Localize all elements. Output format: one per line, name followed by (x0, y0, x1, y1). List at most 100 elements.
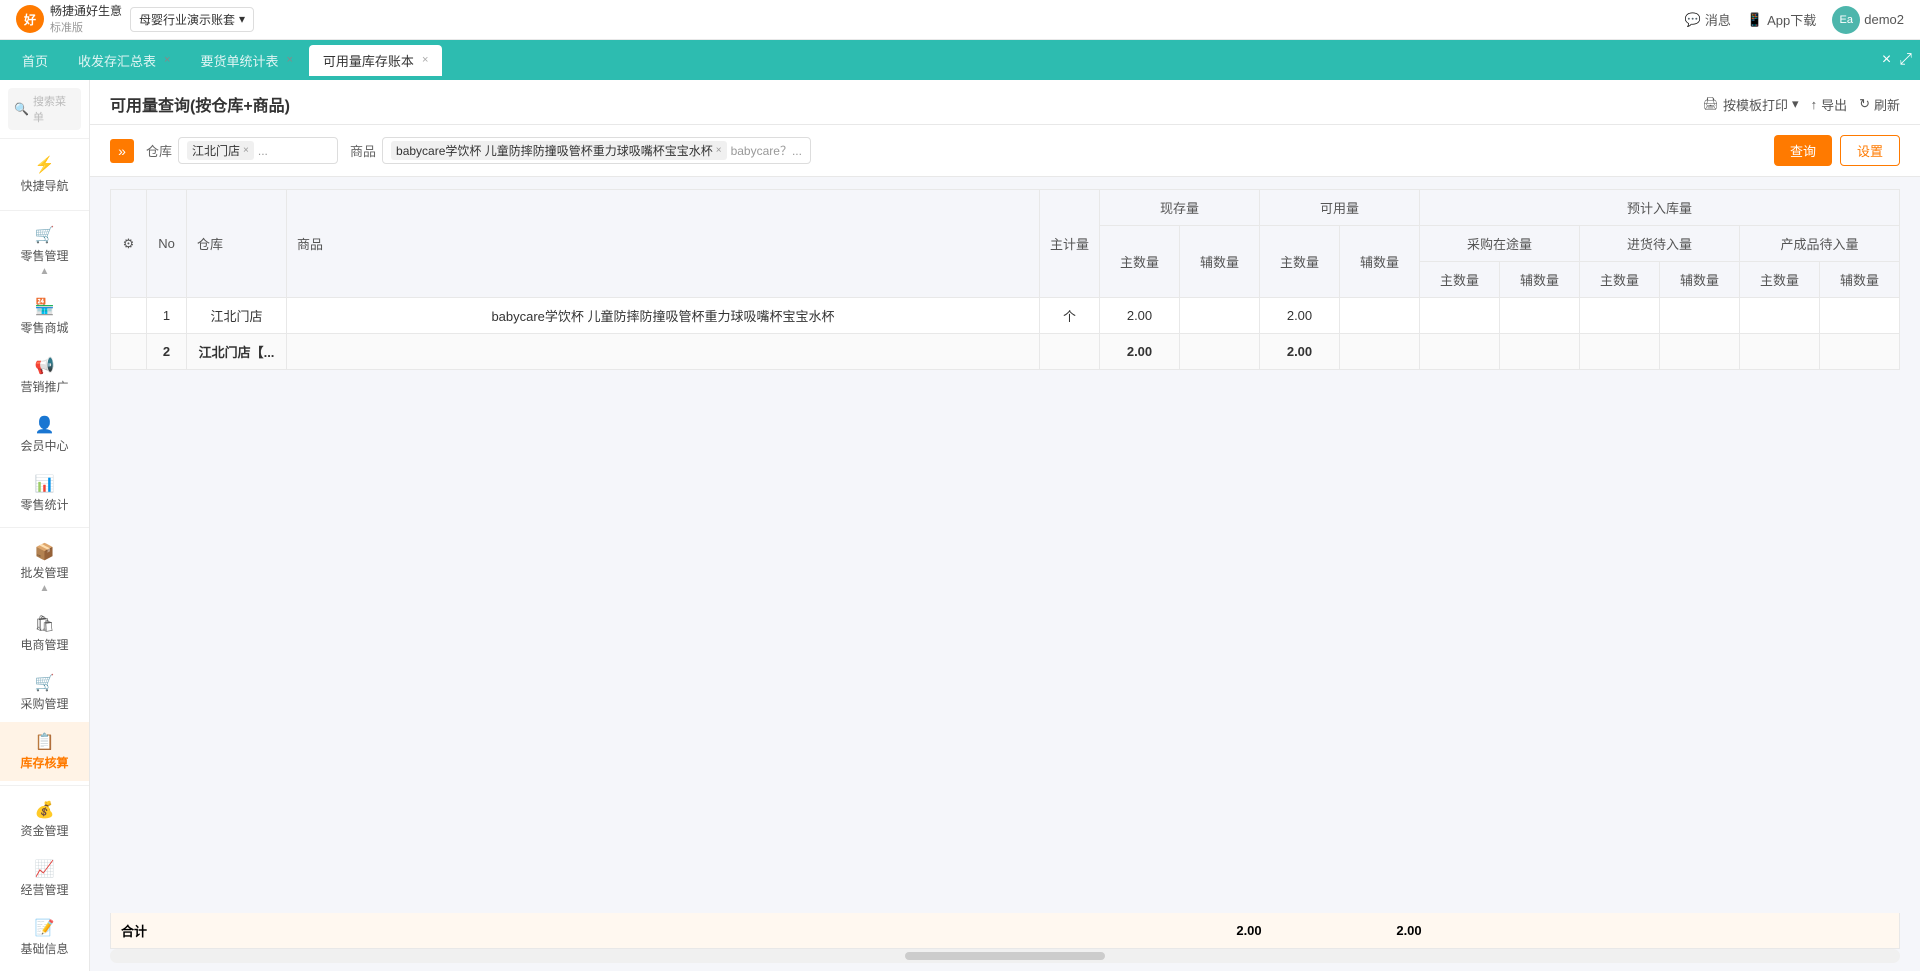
page-header-actions: 🖨 按模板打印 ▾ ↑ 导出 ↻ 刷新 (1703, 95, 1901, 114)
td-purchase-aux-1 (1500, 298, 1580, 334)
td-purchase-aux-2 (1500, 334, 1580, 370)
sidebar-item-wholesale-mgmt[interactable]: 📦 批发管理 ▲ (0, 532, 89, 604)
export-icon: ↑ (1811, 97, 1818, 112)
export-btn[interactable]: ↑ 导出 (1811, 95, 1848, 114)
tab-bar: 首页 收发存汇总表 × 要货单统计表 × 可用量库存账本 × × ⤢ (0, 40, 1920, 80)
td-inbound-main-1 (1580, 298, 1660, 334)
logo-text-area: 畅捷通好生意 标准版 (50, 4, 122, 34)
sidebar-item-inventory[interactable]: 📋 库存核算 (0, 722, 89, 781)
sidebar-item-ecommerce[interactable]: 🛍 电商管理 (0, 604, 89, 663)
product-filter-input[interactable]: babycare学饮杯 儿童防摔防撞吸管杯重力球吸嘴杯宝宝水杯 × babyca… (382, 137, 811, 164)
refresh-btn[interactable]: ↻ 刷新 (1859, 95, 1900, 114)
close-all-icon[interactable]: × (1882, 51, 1891, 69)
user-avatar-btn[interactable]: Ea demo2 (1832, 6, 1904, 34)
logo-area: 好 畅捷通好生意 标准版 (16, 4, 122, 34)
sidebar-item-finance[interactable]: 💰 资金管理 (0, 790, 89, 849)
warehouse-filter-group: 仓库 江北门店 × ... (146, 137, 338, 164)
warehouse-filter-label: 仓库 (146, 141, 172, 160)
message-label: 消息 (1705, 10, 1731, 29)
expand-icon[interactable]: ⤢ (1899, 51, 1912, 69)
print-label: 按模板打印 (1723, 95, 1788, 114)
product-more[interactable]: babycare？... (731, 142, 802, 159)
scroll-bar-thumb[interactable] (905, 952, 1105, 960)
td-settings-1 (111, 298, 147, 334)
settings-btn[interactable]: 设置 (1840, 135, 1900, 166)
td-no-2: 2 (147, 334, 187, 370)
industry-chevron-icon: ▾ (239, 12, 245, 26)
tab-available-close[interactable]: × (422, 54, 428, 66)
sidebar-item-marketing[interactable]: 📢 营销推广 (0, 346, 89, 405)
query-btn[interactable]: 查询 (1774, 135, 1832, 166)
industry-label: 母婴行业演示账套 (139, 11, 235, 28)
filter-toggle-btn[interactable]: » (110, 139, 134, 163)
td-avail-main-1: 2.00 (1260, 298, 1340, 334)
td-stock-main-2: 2.00 (1100, 334, 1180, 370)
table-container: ⚙ No 仓库 商品 主计量 现存量 可用量 预计入库量 主数量 辅数量 主数量… (90, 177, 1920, 913)
page-title: 可用量查询(按仓库+商品) (110, 92, 290, 116)
sidebar-item-retail-mall[interactable]: 🏪 零售商城 (0, 287, 89, 346)
sidebar-item-retail-mgmt[interactable]: 🛒 零售管理 ▲ (0, 215, 89, 287)
tab-order-close[interactable]: × (286, 54, 292, 66)
product-tag-1-close[interactable]: × (716, 145, 722, 156)
td-stock-aux-2 (1180, 334, 1260, 370)
td-product-main-2 (1740, 334, 1820, 370)
app-download-label: App下载 (1767, 10, 1816, 29)
sidebar-item-quick-nav[interactable]: ⚡ 快捷导航 (0, 145, 89, 204)
member-icon: 👤 (35, 415, 55, 435)
print-icon: 🖨 (1703, 96, 1720, 112)
logo-sub: 标准版 (50, 19, 122, 35)
inventory-icon: 📋 (35, 732, 55, 752)
warehouse-filter-input[interactable]: 江北门店 × ... (178, 137, 338, 164)
filter-area: » 仓库 江北门店 × ... 商品 babycare学饮杯 儿童防摔防撞吸管杯… (90, 125, 1920, 177)
td-warehouse-1: 江北门店 (187, 298, 287, 334)
finance-label: 资金管理 (20, 822, 68, 839)
message-icon: 💬 (1685, 12, 1701, 28)
logo-text: 畅捷通好生意 (50, 4, 122, 18)
warehouse-tag-close[interactable]: × (243, 145, 249, 156)
operation-icon: 📈 (35, 859, 55, 879)
tab-available[interactable]: 可用量库存账本 × (309, 45, 442, 76)
message-btn[interactable]: 💬 消息 (1685, 10, 1731, 29)
marketing-label: 营销推广 (20, 378, 68, 395)
sidebar-section-wholesale: 📦 批发管理 ▲ 🛍 电商管理 🛒 采购管理 📋 库存核算 (0, 528, 89, 786)
tab-receive[interactable]: 收发存汇总表 × (64, 45, 184, 76)
main-layout: 🔍 搜索菜单 ⚡ 快捷导航 🛒 零售管理 ▲ 🏪 零售商城 📢 营销推广 (0, 80, 1920, 971)
sidebar-item-basic-info[interactable]: 📝 基础信息 (0, 908, 89, 967)
sidebar-item-purchase[interactable]: 🛒 采购管理 (0, 663, 89, 722)
tab-order-label: 要货单统计表 (200, 51, 278, 70)
td-settings-2 (111, 334, 147, 370)
footer-stock-main: 2.00 (1209, 923, 1289, 938)
sidebar-item-member[interactable]: 👤 会员中心 (0, 405, 89, 464)
td-inbound-aux-2 (1660, 334, 1740, 370)
retail-mall-icon: 🏪 (35, 297, 55, 317)
td-product-main-1 (1740, 298, 1820, 334)
sidebar-item-system[interactable]: ⚙ 系统管理 (0, 967, 89, 971)
retail-stats-icon: 📊 (35, 474, 55, 494)
top-bar: 好 畅捷通好生意 标准版 母婴行业演示账套 ▾ 💬 消息 📱 App下载 Ea … (0, 0, 1920, 40)
avatar: Ea (1832, 6, 1860, 34)
ecommerce-label: 电商管理 (20, 636, 68, 653)
purchase-icon: 🛒 (35, 673, 55, 693)
tab-home-label: 首页 (22, 51, 48, 70)
app-download-btn[interactable]: 📱 App下载 (1747, 10, 1816, 29)
wholesale-mgmt-label: 批发管理 (20, 564, 68, 581)
purchase-label: 采购管理 (20, 695, 68, 712)
tab-receive-close[interactable]: × (164, 54, 170, 66)
td-purchase-main-2 (1420, 334, 1500, 370)
quick-nav-icon: ⚡ (35, 155, 55, 175)
sidebar-search-box[interactable]: 🔍 搜索菜单 (8, 88, 81, 130)
tab-home[interactable]: 首页 (8, 45, 62, 76)
sidebar-item-operation[interactable]: 📈 经营管理 (0, 849, 89, 908)
print-btn[interactable]: 🖨 按模板打印 ▾ (1703, 95, 1799, 114)
scroll-bar-area[interactable] (110, 949, 1900, 963)
table-footer: 合计 2.00 2.00 (110, 913, 1900, 949)
tab-order[interactable]: 要货单统计表 × (186, 45, 306, 76)
footer-stock-aux (1289, 923, 1369, 938)
industry-select[interactable]: 母婴行业演示账套 ▾ (130, 7, 254, 32)
table-row-subtotal: 2 江北门店【... 2.00 2.00 (111, 334, 1900, 370)
sidebar-item-retail-stats[interactable]: 📊 零售统计 (0, 464, 89, 523)
td-unit-2 (1039, 334, 1099, 370)
product-tag-1-text: babycare学饮杯 儿童防摔防撞吸管杯重力球吸嘴杯宝宝水杯 (396, 142, 713, 159)
warehouse-more[interactable]: ... (258, 144, 268, 158)
refresh-label: 刷新 (1874, 95, 1900, 114)
